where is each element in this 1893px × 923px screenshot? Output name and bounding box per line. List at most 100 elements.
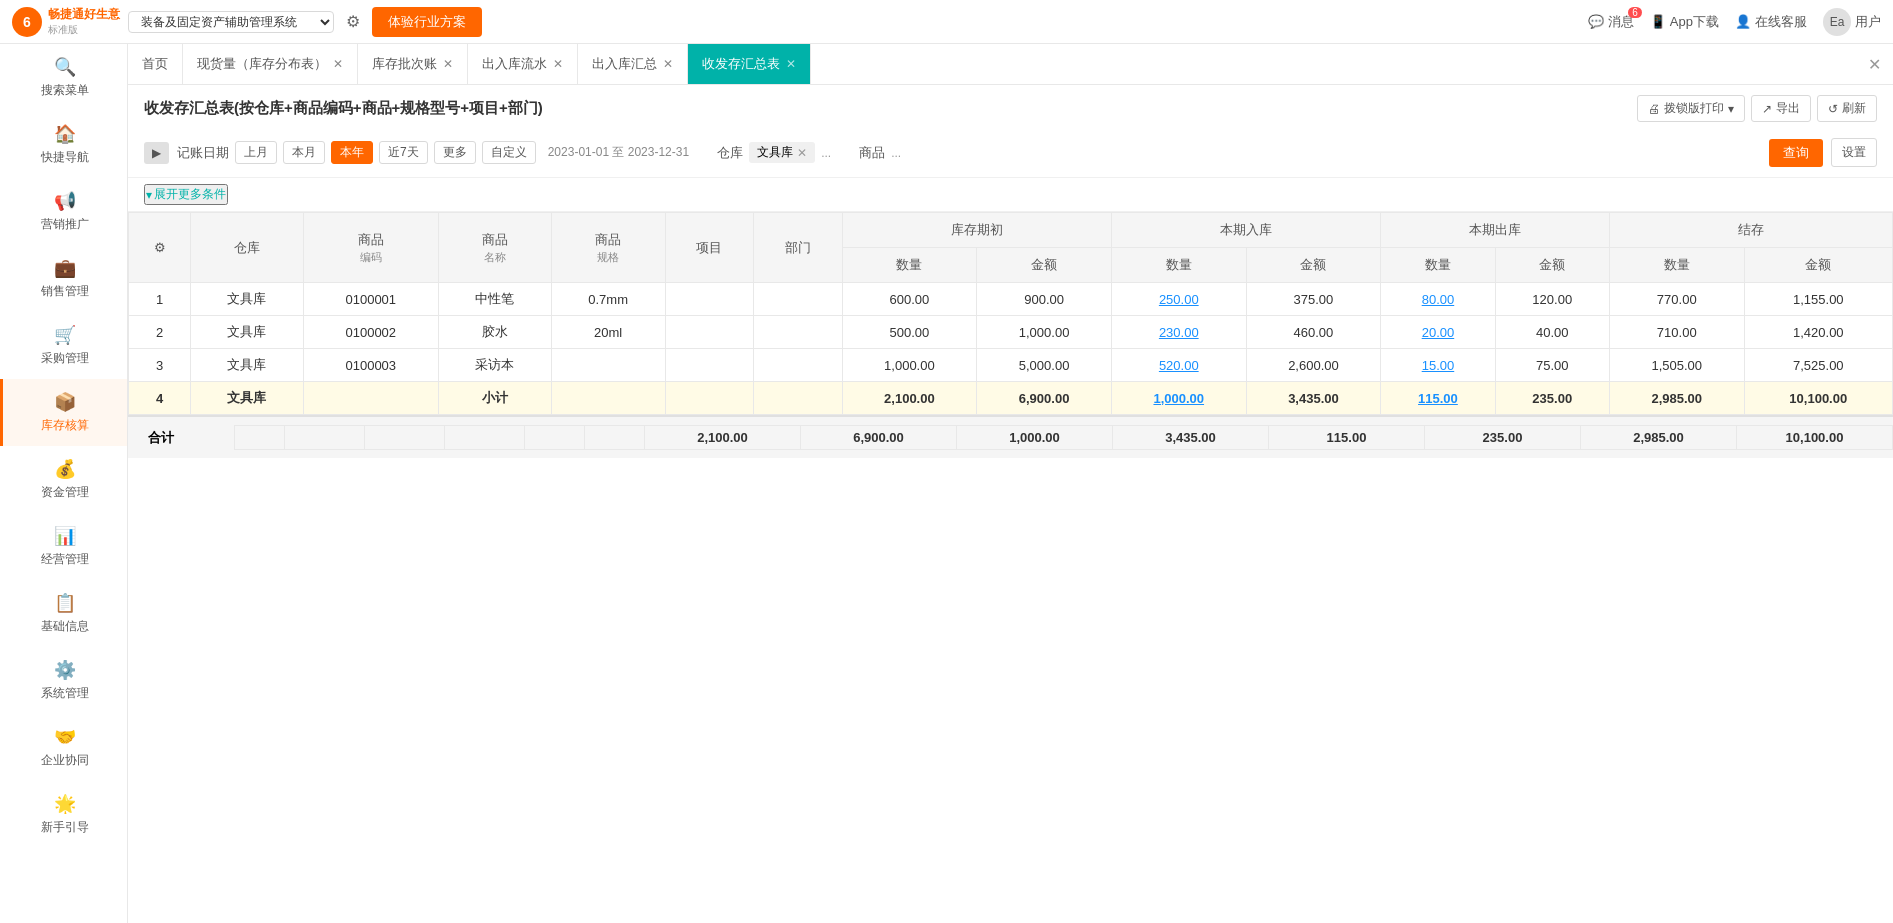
tab-bar: 首页 现货量（库存分布表） ✕ 库存批次账 ✕ 出入库流水 ✕ 出入库汇总 ✕ …	[128, 44, 1893, 85]
tab-close-inout-flow[interactable]: ✕	[553, 57, 563, 71]
sidebar-item-cooperation[interactable]: 🤝 企业协同	[0, 714, 127, 781]
logo-icon: 6	[12, 7, 42, 37]
print-button[interactable]: 🖨 拨锁版打印 ▾	[1637, 95, 1745, 122]
trial-button[interactable]: 体验行业方案	[372, 7, 482, 37]
cell-bal-qty: 2,985.00	[1609, 382, 1744, 415]
cell-project	[665, 316, 753, 349]
sidebar-item-system[interactable]: ⚙️ 系统管理	[0, 647, 127, 714]
cell-department	[754, 382, 842, 415]
cell-warehouse: 文具库	[191, 283, 304, 316]
tab-close-batch[interactable]: ✕	[443, 57, 453, 71]
warehouse-tag-close[interactable]: ✕	[797, 146, 807, 160]
sidebar-label-basic-info: 基础信息	[41, 618, 89, 635]
goods-more-btn[interactable]: ...	[891, 146, 901, 160]
date-btn-this-year[interactable]: 本年	[331, 141, 373, 164]
th-in-group: 本期入库	[1111, 213, 1380, 248]
cell-project	[665, 283, 753, 316]
system-selector[interactable]: 装备及固定资产辅助管理系统	[128, 11, 334, 33]
th-goods-name-label: 商品	[482, 232, 508, 247]
th-balance-group: 结存	[1609, 213, 1892, 248]
column-settings-button[interactable]: 设置	[1831, 138, 1877, 167]
service-icon: 👤	[1735, 14, 1751, 29]
th-settings[interactable]: ⚙	[129, 213, 191, 283]
sidebar-item-search[interactable]: 🔍 搜索菜单	[0, 44, 127, 111]
date-btn-7days[interactable]: 近7天	[379, 141, 428, 164]
user-item[interactable]: Ea 用户	[1823, 8, 1881, 36]
cell-no: 1	[129, 283, 191, 316]
purchase-icon: 🛒	[54, 324, 76, 346]
sidebar-item-marketing[interactable]: 📢 营销推广	[0, 178, 127, 245]
marketing-icon: 📢	[54, 190, 76, 212]
sidebar-item-purchase[interactable]: 🛒 采购管理	[0, 312, 127, 379]
settings-gear-button[interactable]: ⚙	[342, 8, 364, 35]
cell-in-qty[interactable]: 250.00	[1111, 283, 1246, 316]
table-container: ⚙ 仓库 商品 编码 商品 名称	[128, 212, 1893, 415]
cell-in-qty[interactable]: 520.00	[1111, 349, 1246, 382]
sidebar-item-basic-info[interactable]: 📋 基础信息	[0, 580, 127, 647]
tab-inout-summary-label: 出入库汇总	[592, 55, 657, 73]
app-name: 畅捷通好生意	[48, 6, 120, 23]
tab-inventory-dist[interactable]: 现货量（库存分布表） ✕	[183, 44, 358, 84]
sidebar-item-sales[interactable]: 💼 销售管理	[0, 245, 127, 312]
export-icon: ↗	[1762, 102, 1772, 116]
cell-spec	[551, 382, 665, 415]
cell-in-qty[interactable]: 230.00	[1111, 316, 1246, 349]
print-icon: 🖨	[1648, 102, 1660, 116]
cell-warehouse: 文具库	[191, 382, 304, 415]
cell-no: 3	[129, 349, 191, 382]
sidebar-item-newbie[interactable]: 🌟 新手引导	[0, 781, 127, 848]
expand-label: 展开更多条件	[154, 186, 226, 203]
date-btn-this-month[interactable]: 本月	[283, 141, 325, 164]
filter-toggle-button[interactable]: ▶	[144, 142, 169, 164]
search-icon: 🔍	[54, 56, 76, 78]
date-btn-last-month[interactable]: 上月	[235, 141, 277, 164]
message-item[interactable]: 💬 消息 6	[1588, 13, 1634, 31]
cell-open-amt: 900.00	[977, 283, 1112, 316]
date-btn-more[interactable]: 更多	[434, 141, 476, 164]
sidebar-item-inventory[interactable]: 📦 库存核算	[0, 379, 127, 446]
online-service-label: 在线客服	[1755, 13, 1807, 31]
cell-out-qty[interactable]: 15.00	[1381, 349, 1495, 382]
tab-close-inout-summary[interactable]: ✕	[663, 57, 673, 71]
cell-name: 采访本	[438, 349, 551, 382]
cell-open-qty: 600.00	[842, 283, 977, 316]
app-download-item[interactable]: 📱 App下载	[1650, 13, 1719, 31]
th-goods-name: 商品 名称	[438, 213, 551, 283]
cell-in-amt: 3,435.00	[1246, 382, 1381, 415]
warehouse-more-btn[interactable]: ...	[821, 146, 831, 160]
sidebar-item-operations[interactable]: 📊 经营管理	[0, 513, 127, 580]
tab-bar-close-all[interactable]: ✕	[1856, 55, 1893, 74]
cell-department	[754, 316, 842, 349]
date-btn-custom[interactable]: 自定义	[482, 141, 536, 164]
sidebar-item-quick-nav[interactable]: 🏠 快捷导航	[0, 111, 127, 178]
tab-receive-summary[interactable]: 收发存汇总表 ✕	[688, 44, 811, 84]
online-service-item[interactable]: 👤 在线客服	[1735, 13, 1807, 31]
tab-inout-flow[interactable]: 出入库流水 ✕	[468, 44, 578, 84]
cell-out-qty[interactable]: 80.00	[1381, 283, 1495, 316]
tab-close-inventory-dist[interactable]: ✕	[333, 57, 343, 71]
th-bal-qty: 数量	[1609, 248, 1744, 283]
cell-code: 0100002	[303, 316, 438, 349]
tab-home[interactable]: 首页	[128, 44, 183, 84]
query-button[interactable]: 查询	[1769, 139, 1823, 167]
tab-inout-summary[interactable]: 出入库汇总 ✕	[578, 44, 688, 84]
cell-out-qty[interactable]: 115.00	[1381, 382, 1495, 415]
newbie-icon: 🌟	[54, 793, 76, 815]
warehouse-filter-section: 仓库 文具库 ✕ ...	[717, 142, 831, 163]
print-label: 拨锁版打印	[1664, 100, 1724, 117]
cell-in-qty[interactable]: 1,000.00	[1111, 382, 1246, 415]
tab-batch[interactable]: 库存批次账 ✕	[358, 44, 468, 84]
expand-conditions-row: ▾ 展开更多条件	[128, 178, 1893, 212]
export-button[interactable]: ↗ 导出	[1751, 95, 1811, 122]
operations-icon: 📊	[54, 525, 76, 547]
cell-open-qty: 1,000.00	[842, 349, 977, 382]
sidebar-label-finance: 资金管理	[41, 484, 89, 501]
sidebar-item-finance[interactable]: 💰 资金管理	[0, 446, 127, 513]
cell-out-qty[interactable]: 20.00	[1381, 316, 1495, 349]
page-content: 收发存汇总表(按仓库+商品编码+商品+规格型号+项目+部门) 🖨 拨锁版打印 ▾…	[128, 85, 1893, 923]
warehouse-tag: 文具库 ✕	[749, 142, 815, 163]
refresh-button[interactable]: ↺ 刷新	[1817, 95, 1877, 122]
footer-out-amt: 235.00	[1425, 426, 1581, 450]
tab-close-receive-summary[interactable]: ✕	[786, 57, 796, 71]
expand-conditions-button[interactable]: ▾ 展开更多条件	[144, 184, 228, 205]
